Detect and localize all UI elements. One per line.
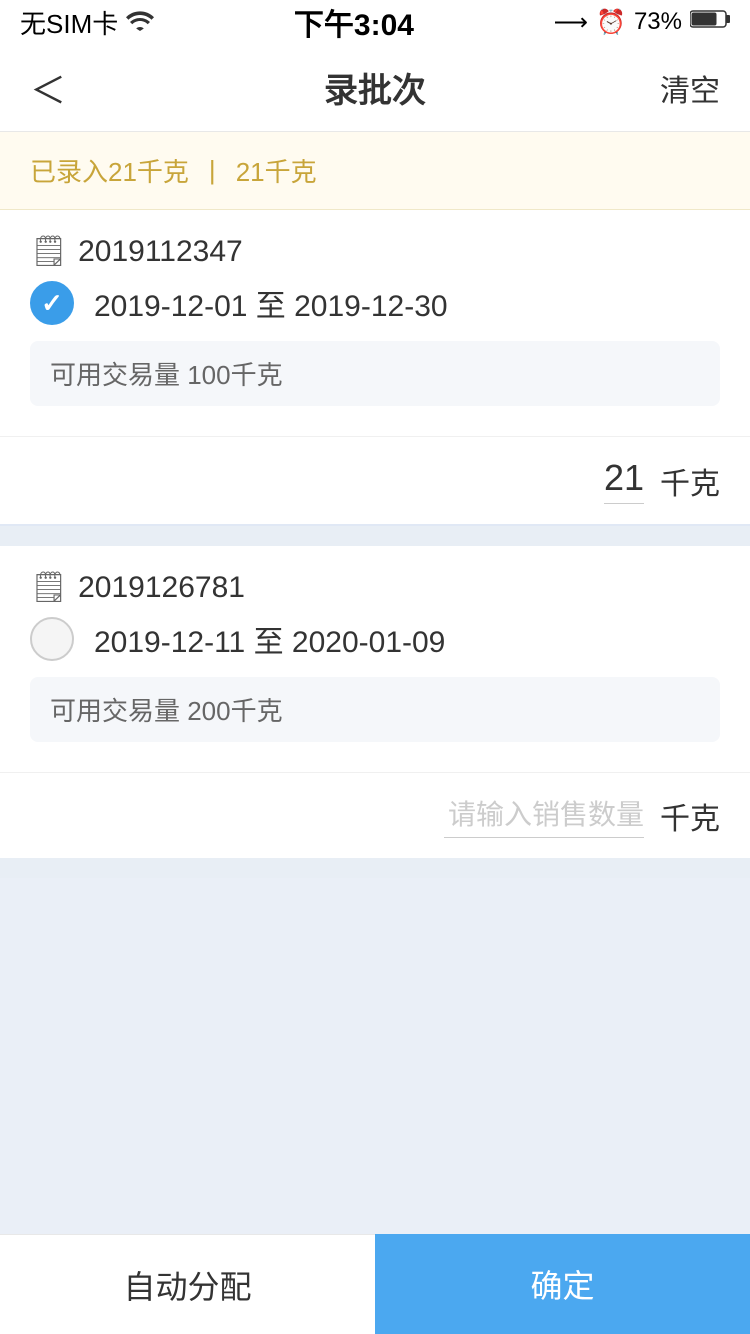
batch2-id-row: 🗒 2019126781 (30, 570, 720, 605)
batch1-available: 可用交易量 100千克 (30, 341, 720, 406)
wifi-icon (126, 7, 154, 38)
batch2-available: 可用交易量 200千克 (30, 677, 720, 742)
nav-bar: ＜ 录批次 清空 (0, 44, 750, 132)
batch1-unit: 千克 (660, 459, 720, 503)
batch2-date-row[interactable]: 2019-12-11 至 2020-01-09 (30, 617, 720, 661)
batch2-input-row: 请输入销售数量 千克 (0, 772, 750, 858)
back-button[interactable]: ＜ (30, 62, 90, 114)
batch-item-1: 🗒 2019112347 2019-12-01 至 2019-12-30 可用交… (0, 210, 750, 526)
section-divider-2 (0, 858, 750, 878)
batch1-date-row[interactable]: 2019-12-01 至 2019-12-30 (30, 281, 720, 325)
batch1-id: 2019112347 (78, 235, 243, 269)
summary-divider: | (209, 155, 216, 186)
status-time: 下午3:04 (294, 0, 414, 44)
batch2-date: 2019-12-11 至 2020-01-09 (94, 617, 445, 661)
batch1-id-row: 🗒 2019112347 (30, 234, 720, 269)
batch2-amount-input-wrap[interactable]: 请输入销售数量 (444, 793, 644, 838)
carrier-text: 无SIM卡 (20, 4, 118, 41)
alarm-icon: ⏰ (596, 8, 626, 37)
bottom-bar: 自动分配 确定 (0, 1234, 750, 1334)
battery-text: 73% (634, 8, 682, 36)
batch2-input-placeholder[interactable]: 请输入销售数量 (448, 799, 644, 830)
total-label: 21千克 (236, 152, 317, 189)
location-icon: ⟶ (554, 8, 588, 37)
battery-icon (690, 8, 730, 36)
section-divider-1 (0, 526, 750, 546)
batch1-amount-value[interactable]: 21 (604, 457, 644, 498)
batch2-doc-icon: 🗒 (30, 570, 68, 605)
batch1-radio[interactable] (30, 281, 74, 325)
auto-distribute-button[interactable]: 自动分配 (0, 1234, 375, 1334)
status-right: ⟶ ⏰ 73% (554, 8, 730, 37)
batch2-radio[interactable] (30, 617, 74, 661)
batch1-date: 2019-12-01 至 2019-12-30 (94, 281, 448, 325)
status-bar: 无SIM卡 下午3:04 ⟶ ⏰ 73% (0, 0, 750, 44)
batch1-doc-icon: 🗒 (30, 234, 68, 269)
batch1-amount-row: 21 千克 (0, 436, 750, 526)
batch2-id: 2019126781 (78, 571, 245, 605)
recorded-label: 已录入21千克 (30, 152, 189, 189)
confirm-button[interactable]: 确定 (375, 1234, 750, 1334)
batch2-unit: 千克 (660, 794, 720, 838)
clear-button[interactable]: 清空 (660, 66, 720, 110)
status-left: 无SIM卡 (20, 4, 154, 41)
page-title: 录批次 (324, 63, 426, 112)
batch-item-2: 🗒 2019126781 2019-12-11 至 2020-01-09 可用交… (0, 546, 750, 858)
summary-bar: 已录入21千克 | 21千克 (0, 132, 750, 210)
